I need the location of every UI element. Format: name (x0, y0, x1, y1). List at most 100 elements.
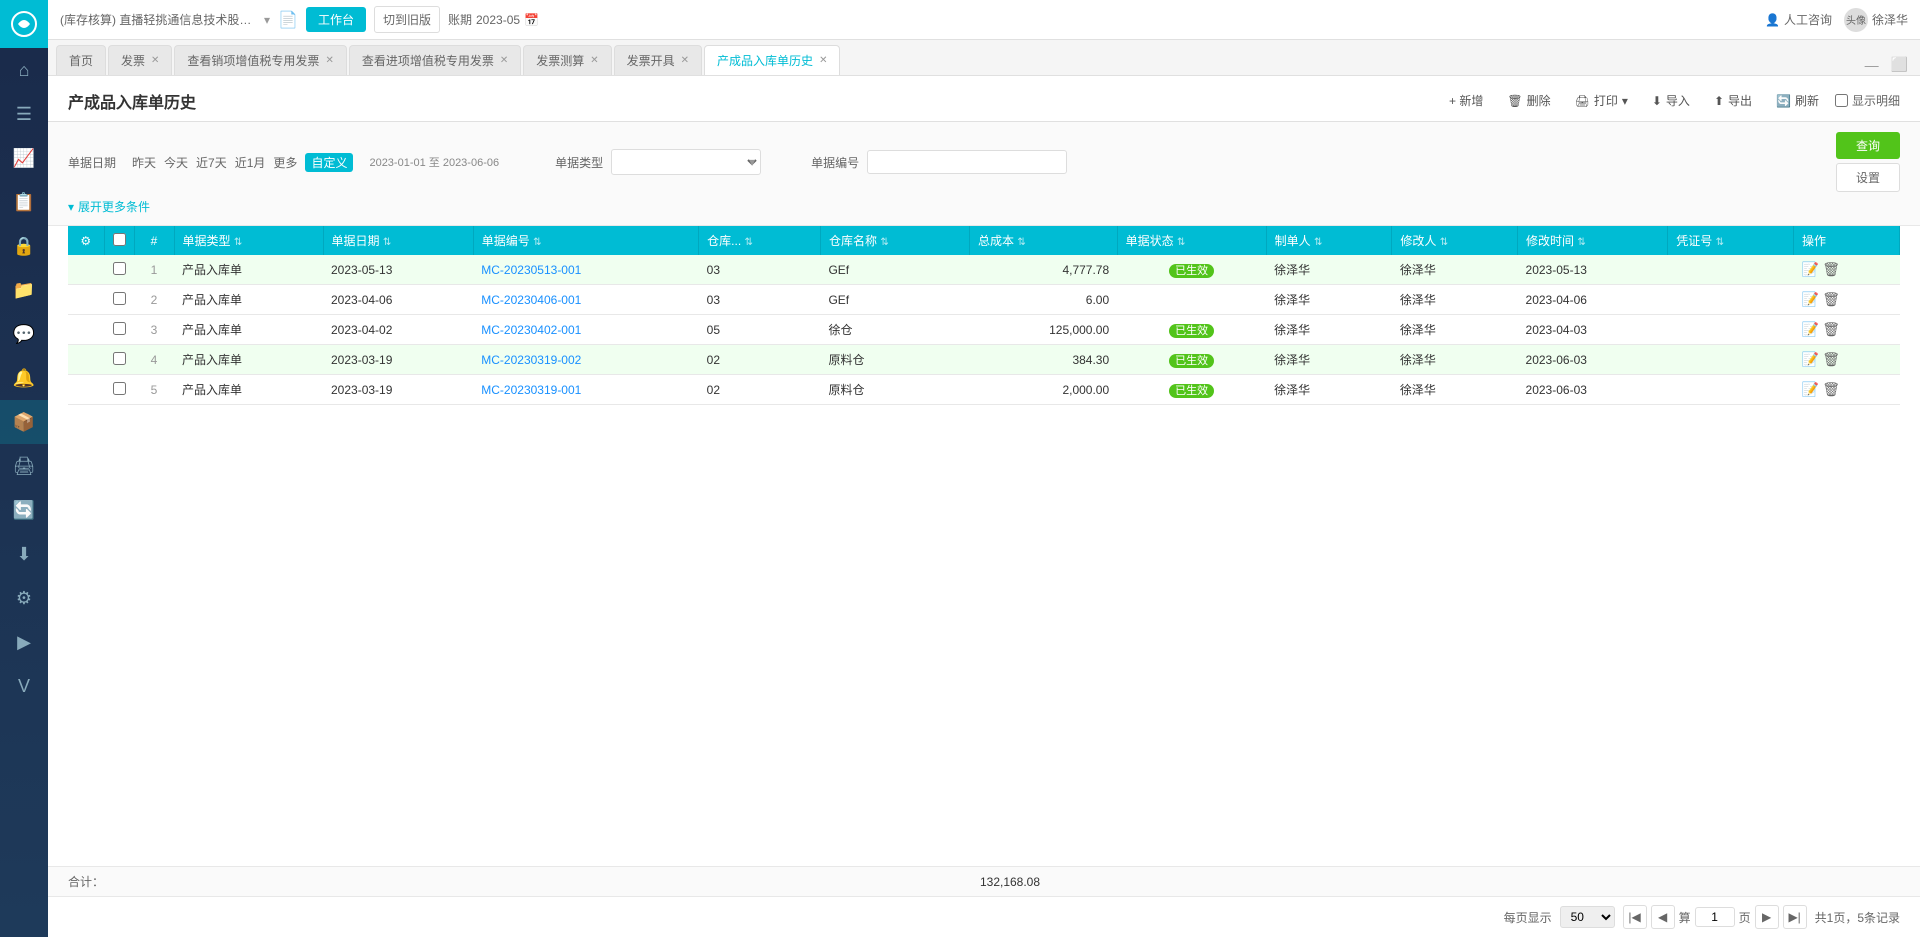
date-today[interactable]: 今天 (164, 154, 188, 171)
calendar-icon[interactable]: 📅 (524, 13, 539, 27)
row-checkbox[interactable] (113, 352, 126, 365)
row-edit-button[interactable]: 📝 (1801, 321, 1818, 338)
col-modifier[interactable]: 修改人 ⇅ (1392, 226, 1518, 255)
page-first-button[interactable]: |◀ (1623, 905, 1647, 929)
row-checkbox[interactable] (113, 382, 126, 395)
page-last-button[interactable]: ▶| (1783, 905, 1807, 929)
row-doc-num-cell[interactable]: MC-20230406-001 (473, 285, 698, 315)
doc-type-select[interactable] (611, 149, 761, 175)
sidebar-item-download[interactable]: ⬇ (0, 532, 48, 576)
sidebar-item-version[interactable]: V (0, 664, 48, 708)
page-next-button[interactable]: ▶ (1755, 905, 1779, 929)
col-warehouse-code[interactable]: 仓库... ⇅ (699, 226, 821, 255)
doc-num-link[interactable]: MC-20230402-001 (481, 323, 581, 337)
sidebar-item-inventory[interactable]: 📦 (0, 400, 48, 444)
date-custom[interactable]: 自定义 (305, 153, 353, 172)
date-more[interactable]: 更多 (273, 154, 297, 171)
tab-calc-close[interactable]: ✕ (590, 55, 598, 66)
sidebar-item-notifications[interactable]: 🔔 (0, 356, 48, 400)
row-edit-button[interactable]: 📝 (1801, 381, 1818, 398)
table-row: 5 产品入库单 2023-03-19 MC-20230319-001 02 原料… (68, 375, 1900, 405)
workbench-button[interactable]: 工作台 (306, 7, 366, 32)
col-modify-time[interactable]: 修改时间 ⇅ (1518, 226, 1668, 255)
doc-num-input[interactable] (867, 150, 1067, 174)
col-settings[interactable]: ⚙ (68, 226, 104, 255)
page-prev-button[interactable]: ◀ (1651, 905, 1675, 929)
support-link[interactable]: 👤 人工咨询 (1765, 11, 1832, 28)
tab-product-history-close[interactable]: ✕ (819, 55, 827, 66)
row-edit-button[interactable]: 📝 (1801, 351, 1818, 368)
tab-sales-vat-close[interactable]: ✕ (325, 55, 333, 66)
dropdown-icon[interactable]: ▾ (264, 13, 270, 27)
date-7days[interactable]: 近7天 (196, 154, 227, 171)
export-button[interactable]: ⬆ 导出 (1706, 88, 1760, 113)
page-input[interactable] (1695, 907, 1735, 927)
table-row: 3 产品入库单 2023-04-02 MC-20230402-001 05 徐仓… (68, 315, 1900, 345)
doc-num-link[interactable]: MC-20230319-001 (481, 383, 581, 397)
row-edit-button[interactable]: 📝 (1801, 261, 1818, 278)
row-doc-num-cell[interactable]: MC-20230319-001 (473, 375, 698, 405)
col-doc-date[interactable]: 单据日期 ⇅ (323, 226, 473, 255)
import-button[interactable]: ⬇ 导入 (1644, 88, 1698, 113)
row-edit-button[interactable]: 📝 (1801, 291, 1818, 308)
switch-version-button[interactable]: 切到旧版 (374, 6, 440, 33)
sidebar-item-home[interactable]: ⌂ (0, 48, 48, 92)
sidebar-item-documents[interactable]: 📋 (0, 180, 48, 224)
filter-settings-button[interactable]: 设置 (1836, 163, 1900, 192)
sidebar-item-sync[interactable]: 🔄 (0, 488, 48, 532)
sidebar-item-settings[interactable]: ⚙ (0, 576, 48, 620)
tab-purchase-vat[interactable]: 查看进项增值税专用发票 ✕ (349, 45, 521, 75)
row-delete-button[interactable]: 🗑 (1822, 351, 1840, 368)
select-all-checkbox[interactable] (113, 233, 126, 246)
row-checkbox[interactable] (113, 322, 126, 335)
tab-calc[interactable]: 发票测算 ✕ (523, 45, 611, 75)
date-yesterday[interactable]: 昨天 (132, 154, 156, 171)
row-delete-button[interactable]: 🗑 (1822, 321, 1840, 338)
tab-invoice[interactable]: 发票 ✕ (108, 45, 172, 75)
sidebar-item-files[interactable]: 📁 (0, 268, 48, 312)
sidebar-item-messages[interactable]: 💬 (0, 312, 48, 356)
print-button[interactable]: 🖨 打印 ▾ (1567, 88, 1636, 113)
sidebar-item-security[interactable]: 🔒 (0, 224, 48, 268)
sidebar-item-menu[interactable]: ☰ (0, 92, 48, 136)
sidebar-item-analytics[interactable]: 📈 (0, 136, 48, 180)
col-voucher-num[interactable]: 凭证号 ⇅ (1668, 226, 1794, 255)
col-total-cost[interactable]: 总成本 ⇅ (969, 226, 1117, 255)
per-page-select[interactable]: 50 100 200 (1560, 906, 1615, 928)
col-warehouse-name[interactable]: 仓库名称 ⇅ (820, 226, 969, 255)
row-delete-button[interactable]: 🗑 (1822, 381, 1840, 398)
row-delete-button[interactable]: 🗑 (1822, 261, 1840, 278)
support-icon: 👤 (1765, 13, 1780, 27)
row-checkbox[interactable] (113, 262, 126, 275)
row-doc-num-cell[interactable]: MC-20230402-001 (473, 315, 698, 345)
tab-sales-vat[interactable]: 查看销项增值税专用发票 ✕ (174, 45, 346, 75)
tab-open-close[interactable]: ✕ (681, 55, 689, 66)
refresh-button[interactable]: 🔄 刷新 (1768, 88, 1827, 113)
row-checkbox[interactable] (113, 292, 126, 305)
tab-home[interactable]: 首页 (56, 45, 106, 75)
row-delete-button[interactable]: 🗑 (1822, 291, 1840, 308)
sidebar-item-print[interactable]: 🖨 (0, 444, 48, 488)
sidebar-item-play[interactable]: ▶ (0, 620, 48, 664)
display-detail-checkbox[interactable] (1835, 94, 1848, 107)
new-button[interactable]: + 新增 (1441, 88, 1491, 113)
query-button[interactable]: 查询 (1836, 132, 1900, 159)
tab-purchase-vat-close[interactable]: ✕ (500, 55, 508, 66)
doc-num-link[interactable]: MC-20230319-002 (481, 353, 581, 367)
col-creator[interactable]: 制单人 ⇅ (1266, 226, 1392, 255)
col-doc-type[interactable]: 单据类型 ⇅ (174, 226, 323, 255)
tab-product-history[interactable]: 产成品入库单历史 ✕ (704, 45, 840, 75)
delete-button[interactable]: 🗑 删除 (1499, 88, 1558, 113)
expand-conditions-button[interactable]: ▾ 展开更多条件 (68, 198, 1900, 215)
row-doc-num-cell[interactable]: MC-20230513-001 (473, 255, 698, 285)
tab-invoice-close[interactable]: ✕ (151, 55, 159, 66)
tab-minimize-button[interactable]: — (1861, 55, 1883, 75)
doc-num-link[interactable]: MC-20230406-001 (481, 293, 581, 307)
doc-num-link[interactable]: MC-20230513-001 (481, 263, 581, 277)
date-1month[interactable]: 近1月 (235, 154, 266, 171)
tab-maximize-button[interactable]: ⬜ (1887, 54, 1912, 75)
row-doc-num-cell[interactable]: MC-20230319-002 (473, 345, 698, 375)
col-doc-status[interactable]: 单据状态 ⇅ (1117, 226, 1266, 255)
tab-open[interactable]: 发票开具 ✕ (614, 45, 702, 75)
col-doc-num[interactable]: 单据编号 ⇅ (473, 226, 698, 255)
